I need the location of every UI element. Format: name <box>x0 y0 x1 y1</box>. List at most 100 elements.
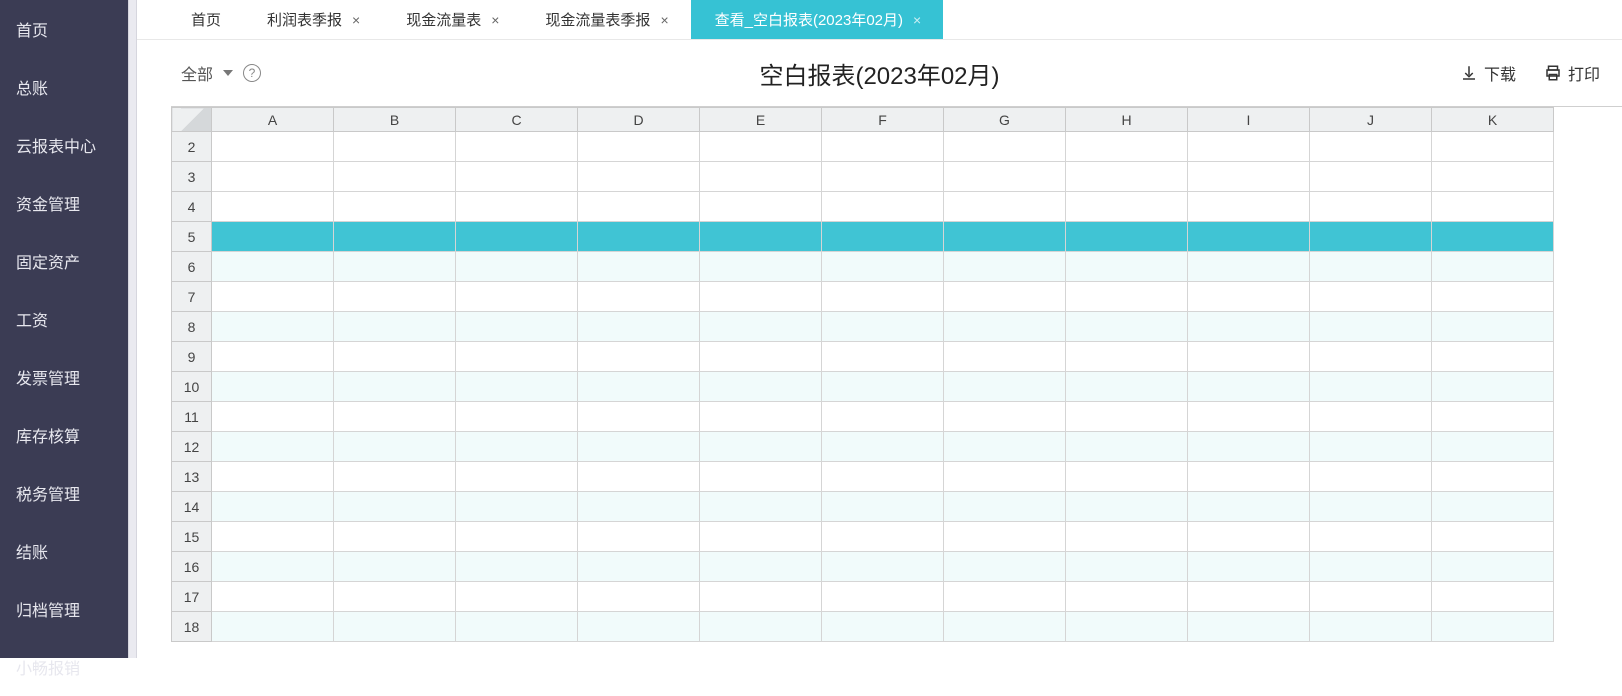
cell-E14[interactable] <box>700 492 822 522</box>
cell-B15[interactable] <box>334 522 456 552</box>
cell-E15[interactable] <box>700 522 822 552</box>
cell-G16[interactable] <box>944 552 1066 582</box>
cell-J14[interactable] <box>1310 492 1432 522</box>
cell-G11[interactable] <box>944 402 1066 432</box>
tab-1[interactable]: 利润表季报× <box>243 0 382 39</box>
cell-G15[interactable] <box>944 522 1066 552</box>
cell-J16[interactable] <box>1310 552 1432 582</box>
cell-H6[interactable] <box>1066 252 1188 282</box>
row-header-11[interactable]: 11 <box>172 402 212 432</box>
cell-E6[interactable] <box>700 252 822 282</box>
col-header-E[interactable]: E <box>700 108 822 132</box>
download-button[interactable]: 下载 <box>1460 61 1516 85</box>
col-header-D[interactable]: D <box>578 108 700 132</box>
cell-I7[interactable] <box>1188 282 1310 312</box>
col-header-F[interactable]: F <box>822 108 944 132</box>
cell-E5[interactable] <box>700 222 822 252</box>
cell-D15[interactable] <box>578 522 700 552</box>
row-header-15[interactable]: 15 <box>172 522 212 552</box>
cell-F8[interactable] <box>822 312 944 342</box>
cell-K13[interactable] <box>1432 462 1554 492</box>
cell-I16[interactable] <box>1188 552 1310 582</box>
cell-I14[interactable] <box>1188 492 1310 522</box>
cell-I4[interactable] <box>1188 192 1310 222</box>
cell-H14[interactable] <box>1066 492 1188 522</box>
cell-K11[interactable] <box>1432 402 1554 432</box>
cell-H15[interactable] <box>1066 522 1188 552</box>
col-header-H[interactable]: H <box>1066 108 1188 132</box>
cell-K10[interactable] <box>1432 372 1554 402</box>
cell-E7[interactable] <box>700 282 822 312</box>
row-header-14[interactable]: 14 <box>172 492 212 522</box>
cell-I15[interactable] <box>1188 522 1310 552</box>
cell-H2[interactable] <box>1066 132 1188 162</box>
cell-K7[interactable] <box>1432 282 1554 312</box>
cell-K12[interactable] <box>1432 432 1554 462</box>
cell-F16[interactable] <box>822 552 944 582</box>
sheet-corner[interactable] <box>172 108 212 132</box>
cell-H12[interactable] <box>1066 432 1188 462</box>
cell-B18[interactable] <box>334 612 456 642</box>
cell-D17[interactable] <box>578 582 700 612</box>
cell-J17[interactable] <box>1310 582 1432 612</box>
cell-F13[interactable] <box>822 462 944 492</box>
cell-A13[interactable] <box>212 462 334 492</box>
cell-H10[interactable] <box>1066 372 1188 402</box>
row-header-13[interactable]: 13 <box>172 462 212 492</box>
cell-F17[interactable] <box>822 582 944 612</box>
sidebar-item-0[interactable]: 首页 <box>0 0 128 58</box>
sidebar-item-11[interactable]: 小畅报销 <box>0 638 128 696</box>
cell-J9[interactable] <box>1310 342 1432 372</box>
row-header-16[interactable]: 16 <box>172 552 212 582</box>
sidebar-item-4[interactable]: 固定资产 <box>0 232 128 290</box>
cell-B17[interactable] <box>334 582 456 612</box>
cell-J6[interactable] <box>1310 252 1432 282</box>
tab-4[interactable]: 查看_空白报表(2023年02月)× <box>691 0 944 39</box>
close-icon[interactable]: × <box>660 12 668 28</box>
cell-C11[interactable] <box>456 402 578 432</box>
cell-B8[interactable] <box>334 312 456 342</box>
col-header-G[interactable]: G <box>944 108 1066 132</box>
cell-F3[interactable] <box>822 162 944 192</box>
cell-G9[interactable] <box>944 342 1066 372</box>
cell-C15[interactable] <box>456 522 578 552</box>
row-header-4[interactable]: 4 <box>172 192 212 222</box>
cell-H5[interactable] <box>1066 222 1188 252</box>
cell-J2[interactable] <box>1310 132 1432 162</box>
cell-H8[interactable] <box>1066 312 1188 342</box>
cell-K18[interactable] <box>1432 612 1554 642</box>
sidebar-item-8[interactable]: 税务管理 <box>0 464 128 522</box>
cell-D16[interactable] <box>578 552 700 582</box>
cell-B5[interactable] <box>334 222 456 252</box>
cell-K16[interactable] <box>1432 552 1554 582</box>
cell-E3[interactable] <box>700 162 822 192</box>
cell-D7[interactable] <box>578 282 700 312</box>
cell-C13[interactable] <box>456 462 578 492</box>
cell-E13[interactable] <box>700 462 822 492</box>
cell-B11[interactable] <box>334 402 456 432</box>
cell-I18[interactable] <box>1188 612 1310 642</box>
cell-D11[interactable] <box>578 402 700 432</box>
close-icon[interactable]: × <box>913 12 921 28</box>
cell-G10[interactable] <box>944 372 1066 402</box>
cell-I8[interactable] <box>1188 312 1310 342</box>
cell-K14[interactable] <box>1432 492 1554 522</box>
sidebar-item-7[interactable]: 库存核算 <box>0 406 128 464</box>
cell-D12[interactable] <box>578 432 700 462</box>
cell-H7[interactable] <box>1066 282 1188 312</box>
cell-J11[interactable] <box>1310 402 1432 432</box>
cell-A9[interactable] <box>212 342 334 372</box>
cell-C3[interactable] <box>456 162 578 192</box>
cell-G2[interactable] <box>944 132 1066 162</box>
cell-K6[interactable] <box>1432 252 1554 282</box>
cell-D14[interactable] <box>578 492 700 522</box>
cell-C14[interactable] <box>456 492 578 522</box>
cell-F5[interactable] <box>822 222 944 252</box>
cell-C4[interactable] <box>456 192 578 222</box>
cell-B9[interactable] <box>334 342 456 372</box>
cell-D3[interactable] <box>578 162 700 192</box>
cell-F10[interactable] <box>822 372 944 402</box>
cell-A10[interactable] <box>212 372 334 402</box>
tab-2[interactable]: 现金流量表× <box>382 0 521 39</box>
cell-E11[interactable] <box>700 402 822 432</box>
